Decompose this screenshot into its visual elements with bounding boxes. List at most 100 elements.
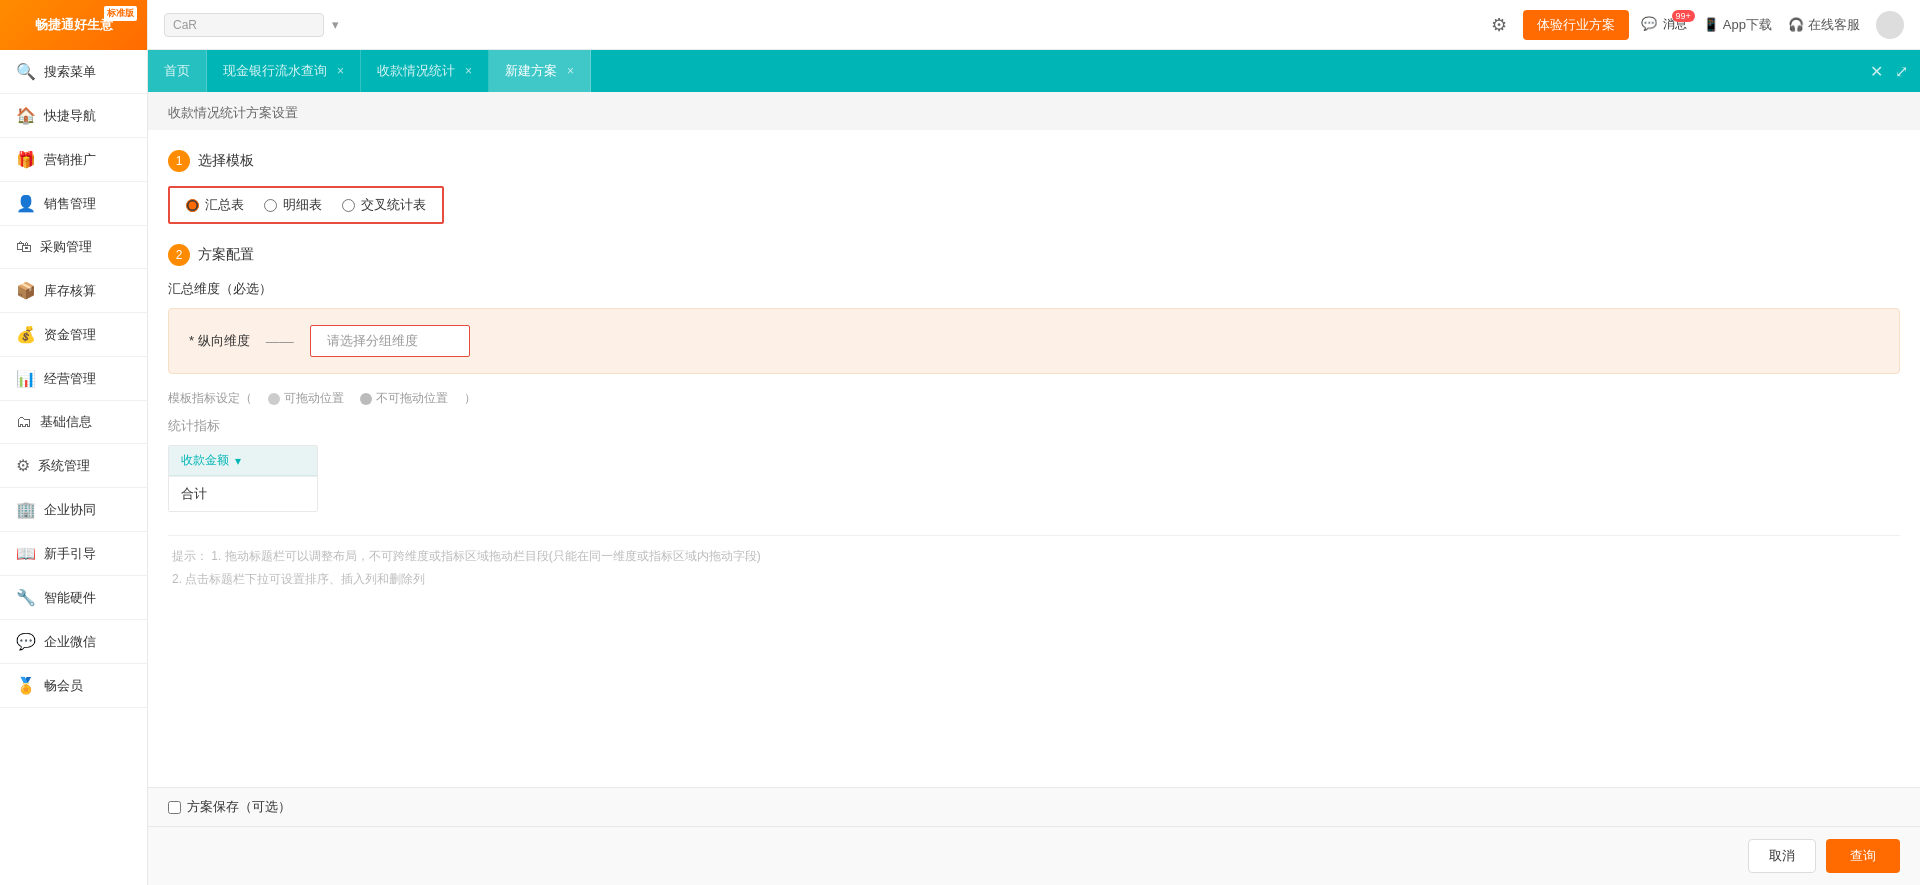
dimension-area: * 纵向维度 —— 请选择分组维度 (168, 308, 1900, 374)
draggable-label: 可拖动位置 (284, 390, 344, 407)
tip-1-text: 1. 拖动标题栏可以调整布局，不可跨维度或指标区域拖动栏目段(只能在同一维度或指… (211, 549, 760, 563)
close-paren: ） (464, 390, 476, 407)
radio-cross[interactable]: 交叉统计表 (342, 196, 426, 214)
tip-2-text: 2. 点击标题栏下拉可设置排序、插入列和删除列 (172, 572, 425, 586)
dimension-selector[interactable]: 请选择分组维度 (310, 325, 470, 357)
metrics-header-text: 收款金额 (181, 452, 229, 469)
maximize-icon[interactable]: ⤢ (1895, 62, 1908, 81)
app-icon: 📱 (1703, 17, 1719, 32)
medal-icon: 🏅 (16, 676, 36, 695)
gear-icon: ⚙ (16, 456, 30, 475)
notification-icon[interactable]: 💬 99+ 消息 (1641, 16, 1687, 33)
message-icon: 💬 (1641, 16, 1657, 31)
sidebar-item-purchase[interactable]: 🛍 采购管理 (0, 226, 147, 269)
breadcrumb-input[interactable] (164, 13, 324, 37)
sidebar-item-inventory[interactable]: 📦 库存核算 (0, 269, 147, 313)
chevron-down-icon[interactable]: ▾ (332, 17, 339, 32)
tab-collection-close[interactable]: × (465, 64, 472, 78)
avatar[interactable] (1876, 11, 1904, 39)
cancel-button[interactable]: 取消 (1748, 839, 1816, 873)
step1-section: 1 选择模板 汇总表 明细表 交叉统计表 (168, 150, 1900, 224)
industry-btn[interactable]: 体验行业方案 (1523, 10, 1629, 40)
sidebar-label-system: 系统管理 (38, 457, 90, 475)
breadcrumb-area: ▾ (164, 13, 1479, 37)
dimension-section-title: 汇总维度（必选） (168, 280, 1900, 298)
tab-home-label: 首页 (164, 62, 190, 80)
minimize-icon[interactable]: ✕ (1870, 62, 1883, 81)
tab-home[interactable]: 首页 (148, 50, 207, 92)
user-icon: 👤 (16, 194, 36, 213)
sidebar-item-basic[interactable]: 🗂 基础信息 (0, 401, 147, 444)
sidebar-item-operation[interactable]: 📊 经营管理 (0, 357, 147, 401)
radio-cross-label: 交叉统计表 (361, 196, 426, 214)
save-checkbox[interactable] (168, 801, 181, 814)
page-header: 收款情况统计方案设置 (148, 92, 1920, 130)
bag-icon: 🛍 (16, 238, 32, 256)
save-label: 方案保存（可选） (187, 798, 291, 816)
draggable-indicator (268, 393, 280, 405)
fixed-indicator (360, 393, 372, 405)
tab-new-plan-label: 新建方案 (505, 62, 557, 80)
arrow-icon: —— (266, 333, 294, 349)
sidebar-label-quicknav: 快捷导航 (44, 107, 96, 125)
sidebar-label-guide: 新手引导 (44, 545, 96, 563)
tab-cash-flow-close[interactable]: × (337, 64, 344, 78)
sidebar-item-corp[interactable]: 🏢 企业协同 (0, 488, 147, 532)
radio-detail-input[interactable] (264, 199, 277, 212)
building-icon: 🏢 (16, 500, 36, 519)
content-area: 收款情况统计方案设置 1 选择模板 汇总表 明细表 (148, 92, 1920, 885)
tab-collection-stats[interactable]: 收款情况统计 × (361, 50, 489, 92)
sidebar-item-hardware[interactable]: 🔧 智能硬件 (0, 576, 147, 620)
radio-cross-input[interactable] (342, 199, 355, 212)
chat-icon: 💬 (16, 632, 36, 651)
sidebar-item-marketing[interactable]: 🎁 营销推广 (0, 138, 147, 182)
query-button[interactable]: 查询 (1826, 839, 1900, 873)
template-selector: 汇总表 明细表 交叉统计表 (168, 186, 444, 224)
sidebar-label-hardware: 智能硬件 (44, 589, 96, 607)
save-option[interactable]: 方案保存（可选） (168, 798, 291, 816)
bottom-bar: 方案保存（可选） (148, 787, 1920, 826)
sidebar-label-finance: 资金管理 (44, 326, 96, 344)
tab-cash-flow-label: 现金银行流水查询 (223, 62, 327, 80)
step1-title: 选择模板 (198, 152, 254, 170)
page-body: 1 选择模板 汇总表 明细表 交叉统计表 (148, 130, 1920, 787)
radio-summary[interactable]: 汇总表 (186, 196, 244, 214)
tab-cash-flow[interactable]: 现金银行流水查询 × (207, 50, 361, 92)
sidebar-logo: 畅捷通好生意 标准版 (0, 0, 147, 50)
tab-new-plan-close[interactable]: × (567, 64, 574, 78)
radio-detail[interactable]: 明细表 (264, 196, 322, 214)
tip-2: 2. 点击标题栏下拉可设置排序、插入列和删除列 (168, 571, 1900, 588)
settings-icon[interactable]: ⚙ (1491, 14, 1507, 36)
tab-bar: 首页 现金银行流水查询 × 收款情况统计 × 新建方案 × ✕ ⤢ (148, 50, 1920, 92)
wrench-icon: 🔧 (16, 588, 36, 607)
online-service[interactable]: 🎧 在线客服 (1788, 16, 1860, 34)
sidebar-item-member[interactable]: 🏅 畅会员 (0, 664, 147, 708)
sidebar-label-inventory: 库存核算 (44, 282, 96, 300)
sidebar-label-marketing: 营销推广 (44, 151, 96, 169)
metrics-dropdown-icon[interactable]: ▾ (235, 454, 241, 468)
sidebar-item-wechat[interactable]: 💬 企业微信 (0, 620, 147, 664)
logo-badge: 标准版 (104, 6, 137, 21)
folder-icon: 🗂 (16, 413, 32, 431)
sidebar-label-basic: 基础信息 (40, 413, 92, 431)
sidebar-item-sales[interactable]: 👤 销售管理 (0, 182, 147, 226)
sidebar-item-system[interactable]: ⚙ 系统管理 (0, 444, 147, 488)
metrics-table: 收款金额 ▾ 合计 (168, 445, 318, 512)
metrics-area: 统计指标 收款金额 ▾ 合计 (168, 417, 1900, 515)
page-title: 收款情况统计方案设置 (168, 105, 298, 120)
sidebar-item-guide[interactable]: 📖 新手引导 (0, 532, 147, 576)
header-right: 💬 99+ 消息 📱 App下载 🎧 在线客服 (1641, 11, 1904, 39)
logo-text: 畅捷通好生意 (35, 16, 113, 34)
radio-summary-input[interactable] (186, 199, 199, 212)
tab-new-plan[interactable]: 新建方案 × (489, 50, 591, 92)
tips-prefix: 提示： (172, 549, 208, 563)
sidebar-item-search[interactable]: 🔍 搜索菜单 (0, 50, 147, 94)
hint-draggable: 可拖动位置 (268, 390, 344, 407)
sidebar-item-quicknav[interactable]: 🏠 快捷导航 (0, 94, 147, 138)
gift-icon: 🎁 (16, 150, 36, 169)
app-download[interactable]: 📱 App下载 (1703, 16, 1772, 34)
fixed-label: 不可拖动位置 (376, 390, 448, 407)
sidebar-item-finance[interactable]: 💰 资金管理 (0, 313, 147, 357)
money-icon: 💰 (16, 325, 36, 344)
sidebar-label-corp: 企业协同 (44, 501, 96, 519)
